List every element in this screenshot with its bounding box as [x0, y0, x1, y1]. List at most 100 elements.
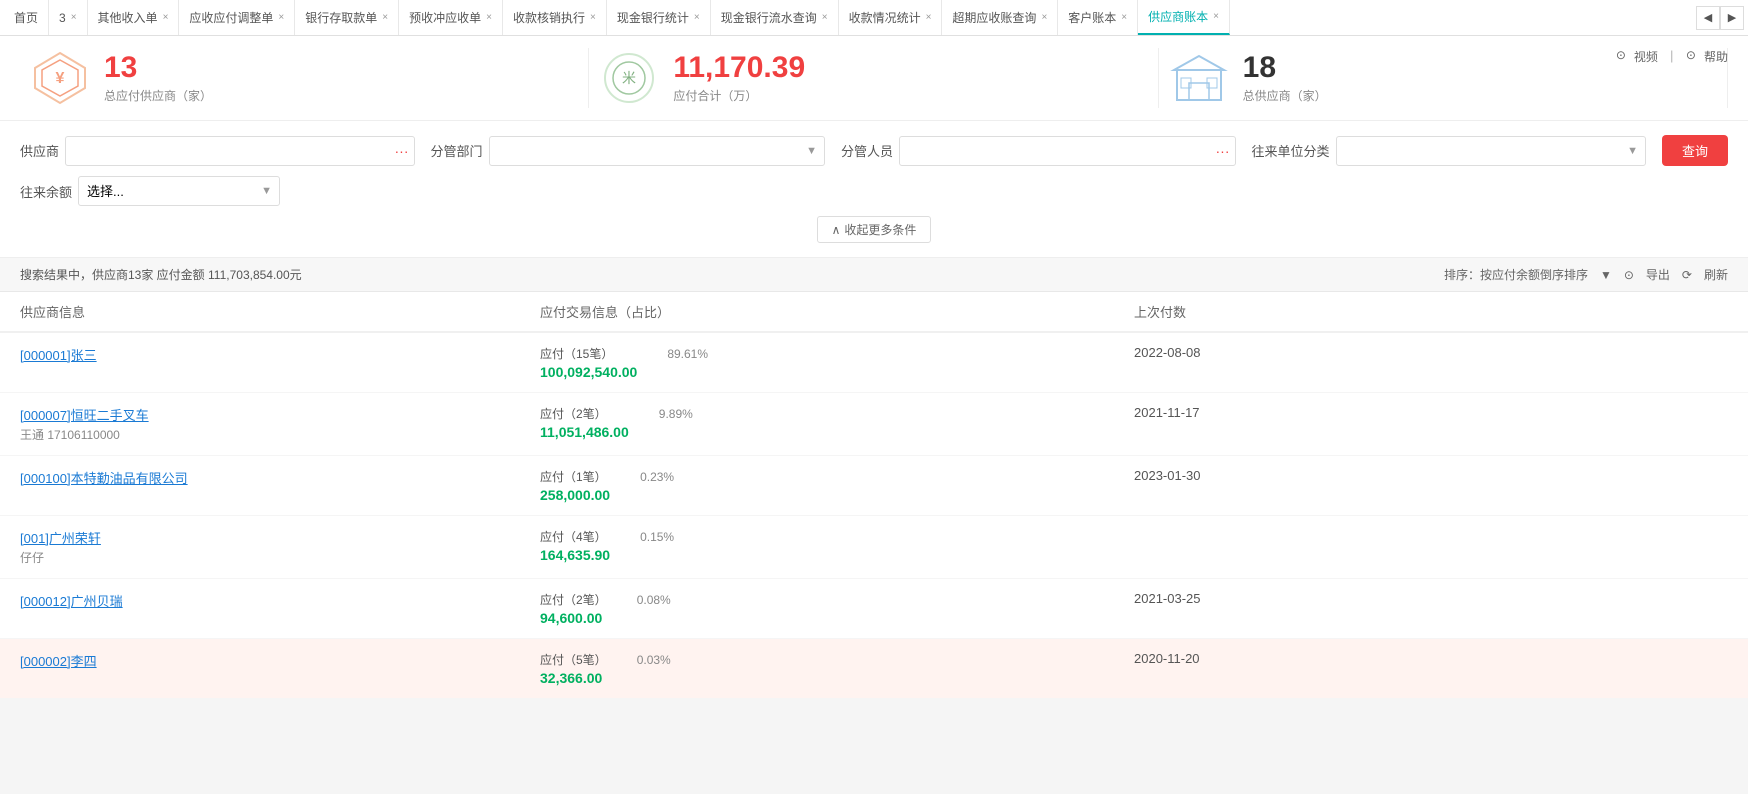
nav-tab-other-income-label: 其他收入单: [98, 9, 158, 26]
nav-tab-home-label: 首页: [14, 9, 38, 26]
svg-text:米: 米: [622, 70, 636, 86]
tx-info-cell: 应付（2笔） 94,600.00 0.08%: [540, 591, 1134, 626]
top-right-links: ⊙ 视频 ｜ ⊙ 帮助: [1616, 48, 1728, 65]
tx-label: 应付（4笔）: [540, 528, 610, 545]
search-row-1: 供应商 ··· 分管部门 ▼ 分管人员 ···: [20, 135, 1728, 166]
nav-next-button[interactable]: ▶: [1720, 6, 1744, 30]
close-icon[interactable]: ×: [278, 12, 284, 23]
dept-label: 分管部门: [431, 141, 483, 160]
nav-tab-collect-exec-label: 收款核销执行: [513, 9, 585, 26]
last-pay-date: 2022-08-08: [1134, 345, 1201, 360]
col-head-tx-info: 应付交易信息（占比）: [540, 302, 1134, 321]
video-link[interactable]: 视频: [1634, 48, 1658, 65]
close-icon[interactable]: ×: [1041, 12, 1047, 23]
nav-tab-3-label: 3: [59, 11, 66, 25]
refresh-button[interactable]: 刷新: [1704, 266, 1728, 283]
stat-block-total-payable: 米 11,170.39 应付合计（万）: [589, 48, 1158, 108]
tx-amount[interactable]: 11,051,486.00: [540, 424, 629, 440]
close-icon[interactable]: ×: [71, 12, 77, 23]
tx-amount[interactable]: 258,000.00: [540, 487, 610, 503]
tx-detail: 应付（4笔） 164,635.90: [540, 528, 610, 563]
dept-select-wrap: ▼: [489, 136, 825, 166]
tx-percent: 89.61%: [667, 347, 708, 361]
nav-tab-collect-stat[interactable]: 收款情况统计 ×: [839, 0, 943, 35]
nav-tab-collect-exec[interactable]: 收款核销执行 ×: [503, 0, 607, 35]
nav-tab-customer-ledger-label: 客户账本: [1068, 9, 1116, 26]
supplier-info-cell: [000012]广州贝瑞: [20, 591, 540, 610]
tx-amount[interactable]: 94,600.00: [540, 610, 607, 626]
top-navigation: 首页 3 × 其他收入单 × 应收应付调整单 × 银行存取款单 × 预收冲应收单…: [0, 0, 1748, 36]
nav-tab-cash-bank-stat[interactable]: 现金银行统计 ×: [607, 0, 711, 35]
nav-tab-cash-bank-query-label: 现金银行流水查询: [721, 9, 817, 26]
close-icon[interactable]: ×: [382, 12, 388, 23]
supplier-name-link[interactable]: [001]广州荣轩: [20, 528, 540, 547]
supplier-field: 供应商 ···: [20, 136, 415, 166]
tx-percent: 0.03%: [637, 653, 671, 667]
nav-tab-cash-bank-query[interactable]: 现金银行流水查询 ×: [711, 0, 839, 35]
nav-tab-ar-ap-adj[interactable]: 应收应付调整单 ×: [179, 0, 295, 35]
result-summary: 搜索结果中，供应商13家 应付金额 111,703,854.00元: [20, 266, 302, 283]
nav-prev-button[interactable]: ◀: [1696, 6, 1720, 30]
supplier-label: 供应商: [20, 141, 59, 160]
search-row-2: 往来余额 选择... ▼: [20, 176, 1728, 206]
diamond-red-icon: ¥: [30, 48, 90, 108]
collapse-button[interactable]: ∧ 收起更多条件: [817, 216, 932, 243]
close-icon[interactable]: ×: [1213, 11, 1219, 22]
tx-amount[interactable]: 100,092,540.00: [540, 364, 637, 380]
nav-tab-advance-ar[interactable]: 预收冲应收单 ×: [399, 0, 503, 35]
person-dots-icon[interactable]: ···: [1216, 143, 1230, 159]
nav-tab-home[interactable]: 首页: [4, 0, 49, 35]
supplier-name-link[interactable]: [000002]李四: [20, 651, 540, 670]
sort-label[interactable]: 排序：按应付余额倒序排序: [1444, 266, 1588, 283]
tx-detail: 应付（2笔） 11,051,486.00: [540, 405, 629, 440]
supplier-name-link[interactable]: [000007]恒旺二手叉车: [20, 405, 540, 424]
close-icon[interactable]: ×: [590, 12, 596, 23]
balance-select-wrap: 选择... ▼: [78, 176, 280, 206]
refresh-icon: ⟳: [1682, 268, 1692, 282]
table-header: 供应商信息 应付交易信息（占比） 上次付数: [0, 292, 1748, 333]
close-icon[interactable]: ×: [822, 12, 828, 23]
last-pay-date: 2023-01-30: [1134, 468, 1201, 483]
nav-tab-bank-deposit[interactable]: 银行存取款单 ×: [295, 0, 399, 35]
nav-tab-overdue-ar[interactable]: 超期应收账查询 ×: [942, 0, 1058, 35]
nav-tab-3[interactable]: 3 ×: [49, 0, 88, 35]
supplier-dots-icon[interactable]: ···: [395, 143, 409, 159]
tx-detail: 应付（5笔） 32,366.00: [540, 651, 607, 686]
dept-select[interactable]: [489, 136, 825, 166]
person-input[interactable]: [899, 136, 1235, 166]
collapse-btn-area: ∧ 收起更多条件: [20, 216, 1728, 243]
close-icon[interactable]: ×: [486, 12, 492, 23]
last-pay-cell: 2022-08-08: [1134, 345, 1728, 360]
col-head-supplier: 供应商信息: [20, 302, 540, 321]
category-select-wrap: ▼: [1336, 136, 1646, 166]
supplier-name-link[interactable]: [000001]张三: [20, 345, 540, 364]
tx-amount[interactable]: 32,366.00: [540, 670, 607, 686]
stat-text-payable-suppliers: 13 总应付供应商（家）: [104, 53, 212, 104]
query-button[interactable]: 查询: [1662, 135, 1728, 166]
stat-number-payable-suppliers: 13: [104, 53, 212, 83]
close-icon[interactable]: ×: [694, 12, 700, 23]
last-pay-cell: 2021-11-17: [1134, 405, 1728, 420]
last-pay-date: 2021-03-25: [1134, 591, 1201, 606]
store-blue-icon: [1169, 48, 1229, 108]
tx-detail: 应付（15笔） 100,092,540.00: [540, 345, 637, 380]
stats-header: ¥ 13 总应付供应商（家） 米 11,170.39 应付合计（万） 18 总: [0, 36, 1748, 121]
close-icon[interactable]: ×: [1121, 12, 1127, 23]
supplier-name-link[interactable]: [000100]本特勤油品有限公司: [20, 468, 540, 487]
collapse-label: 收起更多条件: [844, 221, 916, 238]
supplier-input[interactable]: [65, 136, 414, 166]
data-table: 供应商信息 应付交易信息（占比） 上次付数 [000001]张三 应付（15笔）…: [0, 292, 1748, 699]
help-link[interactable]: 帮助: [1704, 48, 1728, 65]
balance-select[interactable]: 选择...: [78, 176, 280, 206]
close-icon[interactable]: ×: [926, 12, 932, 23]
close-icon[interactable]: ×: [163, 12, 169, 23]
nav-tab-customer-ledger[interactable]: 客户账本 ×: [1058, 0, 1138, 35]
stat-label-total-suppliers: 总供应商（家）: [1243, 87, 1327, 104]
tx-amount[interactable]: 164,635.90: [540, 547, 610, 563]
table-row: [000012]广州贝瑞 应付（2笔） 94,600.00 0.08% 2021…: [0, 579, 1748, 639]
supplier-name-link[interactable]: [000012]广州贝瑞: [20, 591, 540, 610]
nav-tab-other-income[interactable]: 其他收入单 ×: [88, 0, 180, 35]
nav-tab-supplier-ledger[interactable]: 供应商账本 ×: [1138, 0, 1230, 35]
category-select[interactable]: [1336, 136, 1646, 166]
export-button[interactable]: 导出: [1646, 266, 1670, 283]
